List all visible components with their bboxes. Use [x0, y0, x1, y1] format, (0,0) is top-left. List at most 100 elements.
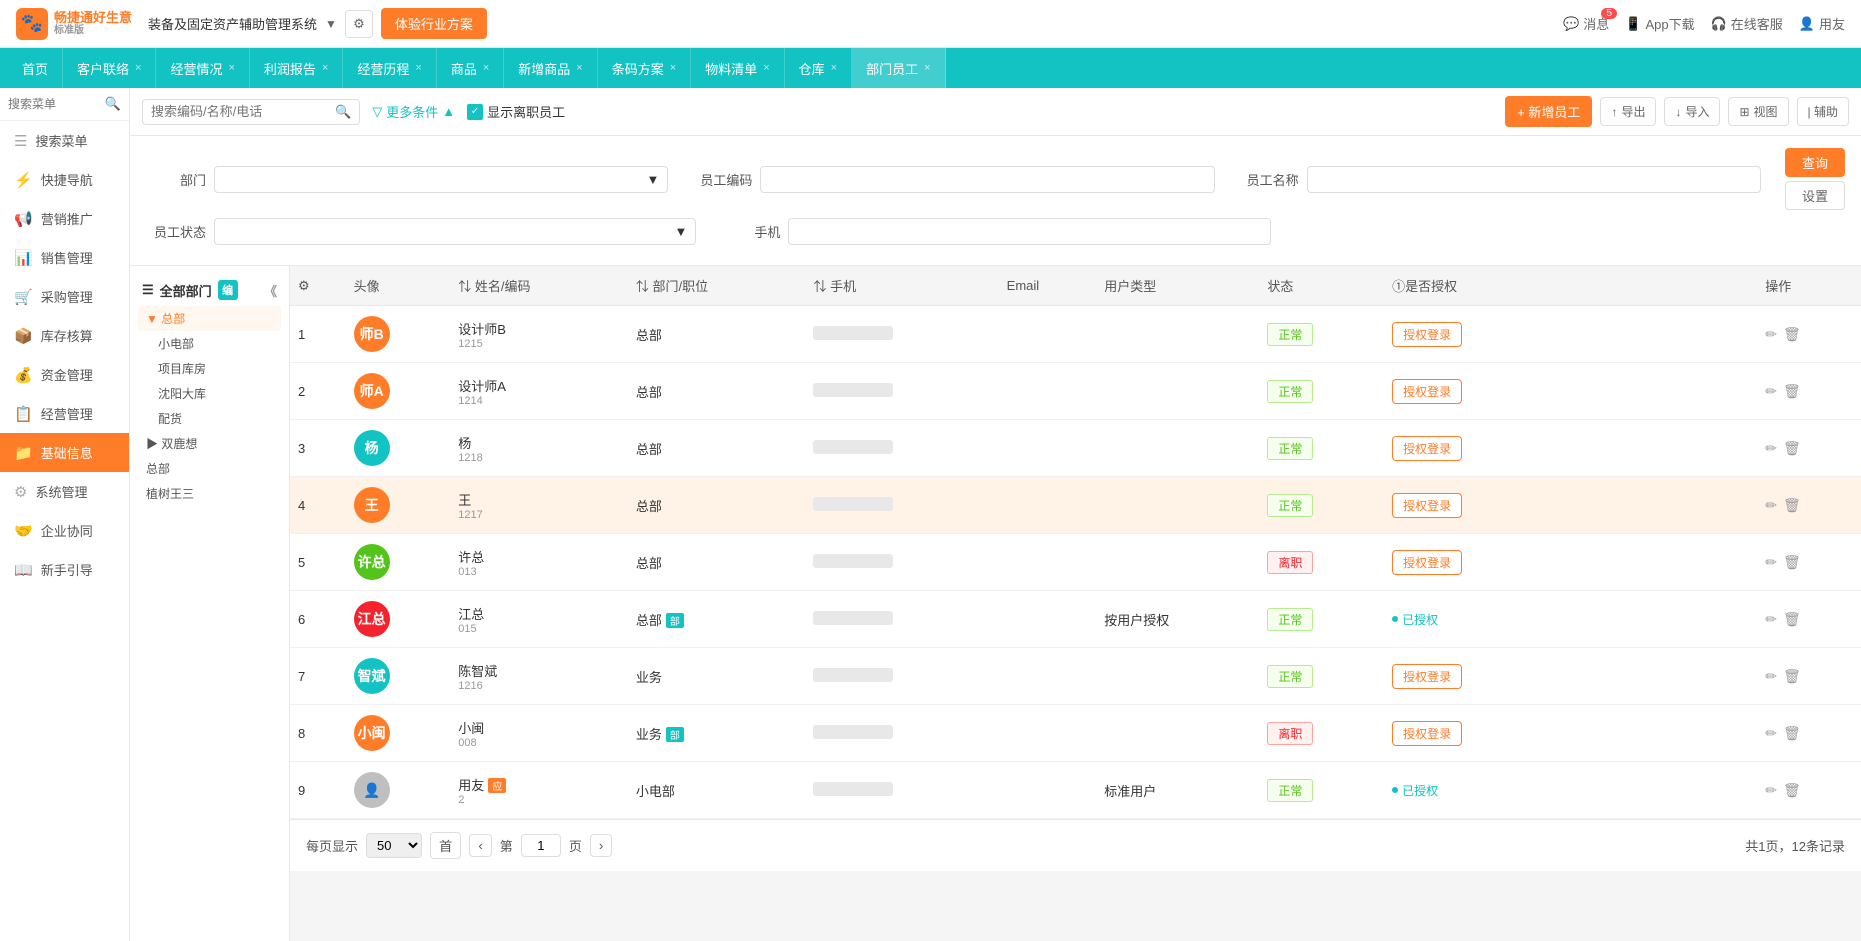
- show-resigned-toggle[interactable]: ✓ 显示离职员工: [467, 102, 565, 121]
- tab-warehouse[interactable]: 仓库 ×: [785, 48, 852, 88]
- export-button[interactable]: ↑ 导出: [1600, 97, 1656, 126]
- sidebar-item-nav[interactable]: ⚡ 快捷导航: [0, 160, 129, 199]
- dept-node-hq2[interactable]: 总部: [138, 456, 281, 481]
- sidebar-item-purchase[interactable]: 🛒 采购管理: [0, 277, 129, 316]
- edit-button[interactable]: ✏: [1765, 554, 1777, 571]
- dept-node-small-elec[interactable]: 小电部: [150, 331, 281, 356]
- per-page-select[interactable]: 50 100 200: [366, 833, 422, 858]
- delete-button[interactable]: 🗑: [1783, 611, 1801, 628]
- tab-barcode[interactable]: 条码方案 ×: [598, 48, 691, 88]
- first-page-button[interactable]: 首: [430, 832, 461, 859]
- trial-button[interactable]: 体验行业方案: [381, 8, 487, 39]
- dept-node-hq[interactable]: ▼ 总部: [138, 306, 281, 331]
- edit-button[interactable]: ✏: [1765, 611, 1777, 628]
- close-icon[interactable]: ×: [135, 62, 141, 74]
- authorize-button[interactable]: 授权登录: [1392, 379, 1462, 404]
- close-icon[interactable]: ×: [763, 62, 769, 74]
- sidebar-item-inventory[interactable]: 📦 库存核算: [0, 316, 129, 355]
- th-settings[interactable]: ⚙: [290, 266, 346, 306]
- view-button[interactable]: ⊞ 视图: [1728, 97, 1788, 126]
- close-icon[interactable]: ×: [576, 62, 582, 74]
- edit-button[interactable]: ✏: [1765, 725, 1777, 742]
- gear-button[interactable]: ⚙: [345, 10, 373, 38]
- edit-button[interactable]: ✏: [1765, 782, 1777, 799]
- delete-button[interactable]: 🗑: [1783, 383, 1801, 400]
- authorize-button[interactable]: 授权登录: [1392, 436, 1462, 461]
- delete-button[interactable]: 🗑: [1783, 497, 1801, 514]
- delete-button[interactable]: 🗑: [1783, 668, 1801, 685]
- tab-operations[interactable]: 经营情况 ×: [156, 48, 249, 88]
- sidebar-item-marketing[interactable]: 📢 营销推广: [0, 199, 129, 238]
- page-number-input[interactable]: [521, 834, 561, 857]
- sidebar-item-finance[interactable]: 💰 资金管理: [0, 355, 129, 394]
- dept-node-delivery[interactable]: 配货: [150, 406, 281, 431]
- tab-profit[interactable]: 利润报告 ×: [250, 48, 343, 88]
- app-download-button[interactable]: 📱 App下载: [1625, 14, 1694, 33]
- sidebar-item-sales[interactable]: 📊 销售管理: [0, 238, 129, 277]
- dept-node-planting[interactable]: 植树王三: [138, 481, 281, 506]
- dept-edit-icon[interactable]: 编: [218, 280, 238, 300]
- more-filters-button[interactable]: ▽ 更多条件 ▲: [372, 102, 455, 121]
- sidebar-item-collab[interactable]: 🤝 企业协同: [0, 511, 129, 550]
- tab-bom[interactable]: 物料清单 ×: [691, 48, 784, 88]
- close-icon[interactable]: ×: [831, 62, 837, 74]
- delete-button[interactable]: 🗑: [1783, 326, 1801, 343]
- dept-node-double-deer[interactable]: ▶ 双鹿想: [138, 431, 281, 456]
- emp-code-input[interactable]: [760, 166, 1214, 193]
- phone-input[interactable]: [788, 218, 1270, 245]
- th-dept[interactable]: ⇅ 部门/职位: [628, 266, 806, 306]
- tab-history[interactable]: 经营历程 ×: [343, 48, 436, 88]
- import-button[interactable]: ↓ 导入: [1664, 97, 1720, 126]
- close-icon[interactable]: ×: [924, 62, 930, 74]
- sidebar-item-guide[interactable]: 📖 新手引导: [0, 550, 129, 589]
- tab-department[interactable]: 部门员工 ×: [852, 48, 945, 88]
- emp-status-select[interactable]: ▼: [214, 218, 696, 245]
- search-menu-input[interactable]: [8, 97, 105, 111]
- edit-button[interactable]: ✏: [1765, 668, 1777, 685]
- online-service-button[interactable]: 🎧 在线客服: [1711, 14, 1783, 33]
- sidebar-item-search[interactable]: ☰ 搜索菜单: [0, 121, 129, 160]
- prev-page-button[interactable]: ‹: [469, 834, 491, 857]
- tab-goods[interactable]: 商品 ×: [437, 48, 504, 88]
- authorize-button[interactable]: 授权登录: [1392, 721, 1462, 746]
- delete-button[interactable]: 🗑: [1783, 440, 1801, 457]
- delete-button[interactable]: 🗑: [1783, 782, 1801, 799]
- th-phone[interactable]: ⇅ 手机: [805, 266, 998, 306]
- close-icon[interactable]: ×: [483, 62, 489, 74]
- search-input[interactable]: [151, 104, 331, 119]
- delete-button[interactable]: 🗑: [1783, 554, 1801, 571]
- edit-button[interactable]: ✏: [1765, 497, 1777, 514]
- authorize-button[interactable]: 授权登录: [1392, 322, 1462, 347]
- message-button[interactable]: 💬 消息 5: [1563, 14, 1609, 33]
- close-icon[interactable]: ×: [322, 62, 328, 74]
- th-name[interactable]: ⇅ 姓名/编码: [450, 266, 628, 306]
- authorize-button[interactable]: 授权登录: [1392, 550, 1462, 575]
- sidebar-item-system[interactable]: ⚙ 系统管理: [0, 472, 129, 511]
- edit-button[interactable]: ✏: [1765, 383, 1777, 400]
- authorize-button[interactable]: 授权登录: [1392, 493, 1462, 518]
- search-button[interactable]: 查询: [1785, 148, 1845, 177]
- tab-home[interactable]: 首页: [8, 48, 63, 88]
- tab-customer[interactable]: 客户联络 ×: [63, 48, 156, 88]
- sidebar-item-basics[interactable]: 📁 基础信息: [0, 433, 129, 472]
- sidebar-item-operations[interactable]: 📋 经营管理: [0, 394, 129, 433]
- dept-select[interactable]: ▼: [214, 166, 668, 193]
- emp-name-input[interactable]: [1307, 166, 1761, 193]
- next-page-button[interactable]: ›: [590, 834, 612, 857]
- close-icon[interactable]: ×: [670, 62, 676, 74]
- dept-node-shenyang[interactable]: 沈阳大库: [150, 381, 281, 406]
- authorize-button[interactable]: 授权登录: [1392, 664, 1462, 689]
- edit-button[interactable]: ✏: [1765, 326, 1777, 343]
- user-button[interactable]: 👤 用友: [1799, 14, 1845, 33]
- dropdown-arrow[interactable]: ▼: [325, 17, 337, 31]
- more-button[interactable]: | 辅助: [1797, 97, 1849, 126]
- tab-add-goods[interactable]: 新增商品 ×: [504, 48, 597, 88]
- close-icon[interactable]: ×: [228, 62, 234, 74]
- edit-button[interactable]: ✏: [1765, 440, 1777, 457]
- set-button[interactable]: 设置: [1785, 181, 1845, 210]
- add-employee-button[interactable]: + 新增员工: [1505, 96, 1592, 127]
- close-icon[interactable]: ×: [415, 62, 421, 74]
- collapse-button[interactable]: 《: [264, 281, 277, 300]
- dept-node-project[interactable]: 项目库房: [150, 356, 281, 381]
- delete-button[interactable]: 🗑: [1783, 725, 1801, 742]
